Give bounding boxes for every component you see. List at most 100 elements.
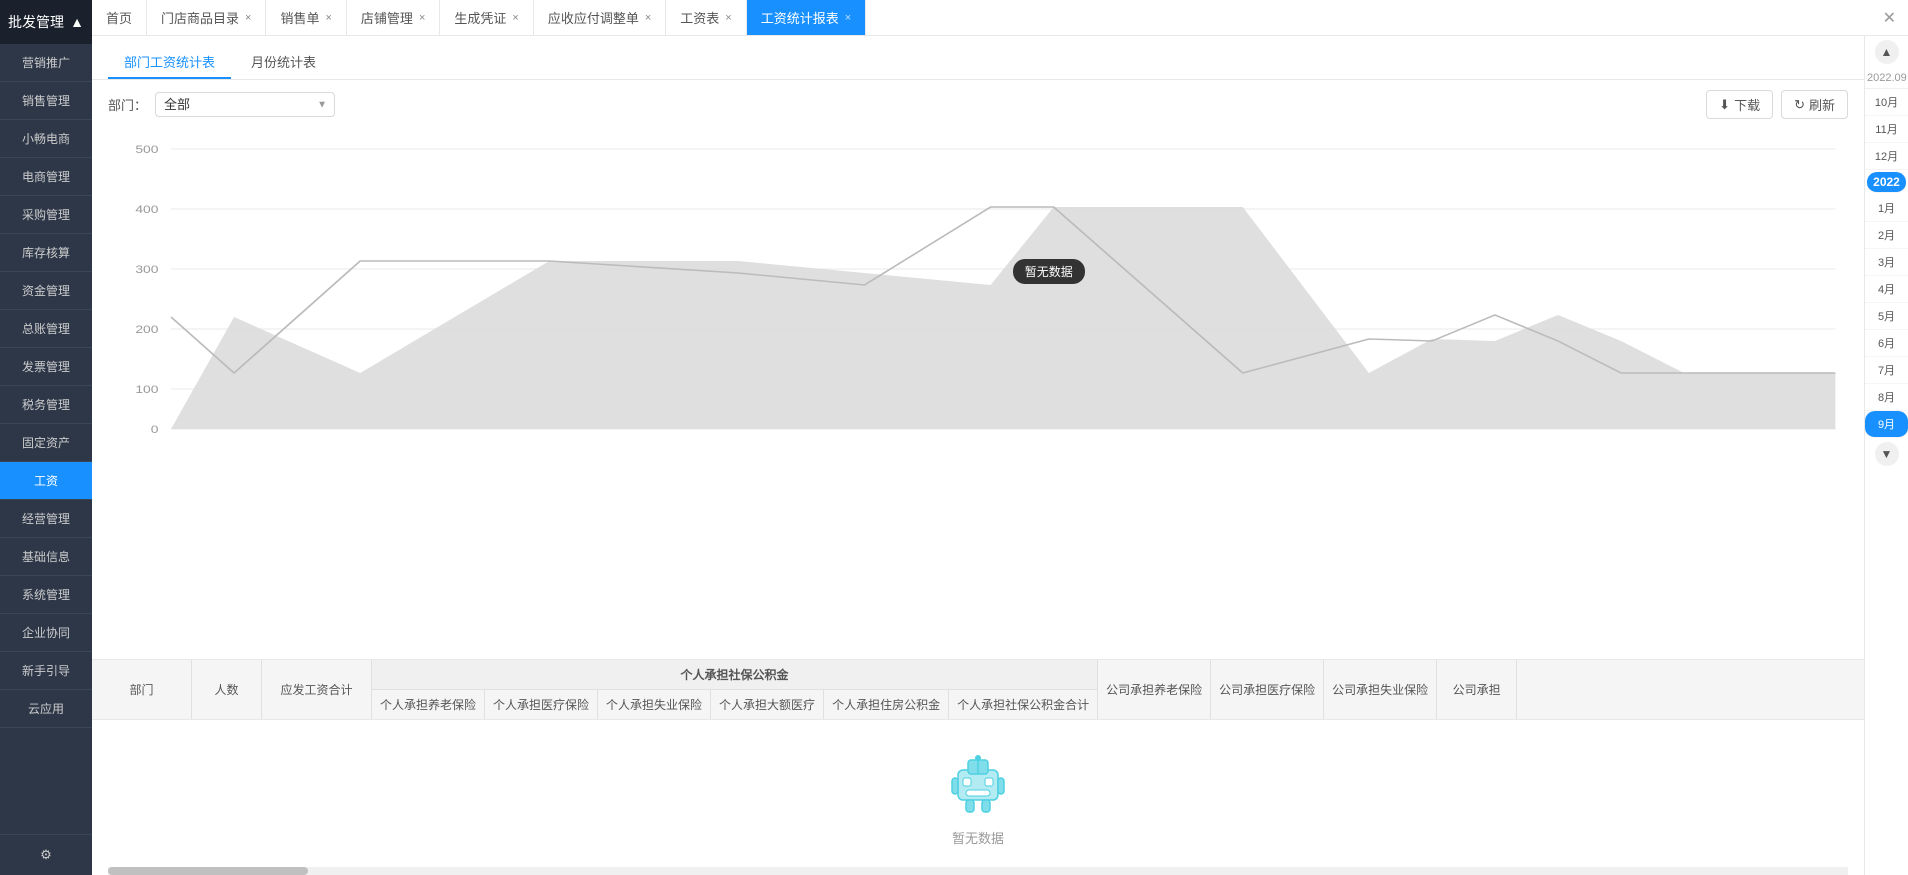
sidebar-item-新手引导[interactable]: 新手引导 xyxy=(0,652,92,690)
download-button[interactable]: ⬇ 下载 xyxy=(1706,90,1773,119)
sidebar-settings-button[interactable]: ⚙ xyxy=(0,834,92,875)
sidebar-items: 营销推广销售管理小畅电商电商管理采购管理库存核算资金管理总账管理发票管理税务管理… xyxy=(0,44,92,728)
sidebar-item-库存核算[interactable]: 库存核算 xyxy=(0,234,92,272)
content-area: 部门工资统计表月份统计表 部门： 全部 销售部 财务部 技术部 xyxy=(92,36,1908,875)
sidebar-item-小畅电商[interactable]: 小畅电商 xyxy=(0,120,92,158)
timeline-item-10月[interactable]: 10月 xyxy=(1865,89,1908,116)
sidebar-item-电商管理[interactable]: 电商管理 xyxy=(0,158,92,196)
chart-container: 500 400 300 200 100 0 xyxy=(108,139,1848,439)
timeline-down-button[interactable]: ▼ xyxy=(1875,442,1899,466)
empty-state: 暂无数据 xyxy=(92,720,1864,867)
th-company-unemployment: 公司承担失业保险 xyxy=(1324,660,1437,719)
th-personal-housing-fund: 个人承担住房公积金 xyxy=(824,690,949,719)
th-group-personal-cols: 个人承担养老保险 个人承担医疗保险 个人承担失业保险 个人承担大额医疗 个人承担… xyxy=(372,690,1097,719)
sidebar-item-企业协同[interactable]: 企业协同 xyxy=(0,614,92,652)
timeline-item-12月[interactable]: 12月 xyxy=(1865,143,1908,170)
sidebar-header[interactable]: 批发管理 ▲ xyxy=(0,0,92,44)
tab-店铺管理[interactable]: 店铺管理× xyxy=(347,0,440,36)
svg-text:300: 300 xyxy=(135,263,158,275)
sidebar-item-系统管理[interactable]: 系统管理 xyxy=(0,576,92,614)
tab-close-7[interactable]: × xyxy=(845,12,851,24)
timeline-item-2月[interactable]: 2月 xyxy=(1865,222,1908,249)
sidebar-item-云应用[interactable]: 云应用 xyxy=(0,690,92,728)
tab-工资表[interactable]: 工资表 × xyxy=(666,0,746,36)
timeline-item-4月[interactable]: 4月 xyxy=(1865,276,1908,303)
tab-销售单[interactable]: 销售单 × xyxy=(266,0,346,36)
tab-应收应付调整单[interactable]: 应收应付调整单 × xyxy=(534,0,666,36)
th-company-medical: 公司承担医疗保险 xyxy=(1211,660,1324,719)
th-personal-pension: 个人承担养老保险 xyxy=(372,690,485,719)
th-company-pension: 公司承担养老保险 xyxy=(1098,660,1211,719)
download-label: 下载 xyxy=(1734,95,1760,114)
sidebar-item-经营管理[interactable]: 经营管理 xyxy=(0,500,92,538)
tabs-bar: 首页门店商品目录×销售单×店铺管理×生成凭证×应收应付调整单×工资表×工资统计报… xyxy=(92,0,1908,36)
sub-tab-1[interactable]: 月份统计表 xyxy=(235,46,332,79)
sidebar-item-固定资产[interactable]: 固定资产 xyxy=(0,424,92,462)
tab-label-0: 首页 xyxy=(106,8,132,27)
refresh-label: 刷新 xyxy=(1809,95,1835,114)
table-header: 部门 人数 应发工资合计 个人承担社保公积金 个人承担养老保险 个人承担医疗保险… xyxy=(92,660,1864,720)
toolbar: 部门： 全部 销售部 财务部 技术部 ⬇ 下载 xyxy=(92,80,1864,129)
svg-text:200: 200 xyxy=(135,323,158,335)
timeline-item-1月[interactable]: 1月 xyxy=(1865,195,1908,222)
sidebar-title: 批发管理 xyxy=(8,12,64,32)
tab-close-1[interactable]: × xyxy=(245,12,251,24)
refresh-icon: ↻ xyxy=(1794,97,1805,113)
tab-生成凭证[interactable]: 生成凭证 × xyxy=(440,0,533,36)
scrollbar-thumb[interactable] xyxy=(108,867,308,875)
action-buttons: ⬇ 下载 ↻ 刷新 xyxy=(1706,90,1848,119)
tab-label-2: 销售单 xyxy=(280,8,319,27)
th-total-salary: 应发工资合计 xyxy=(262,660,372,719)
timeline-item-6月[interactable]: 6月 xyxy=(1865,330,1908,357)
sidebar: 批发管理 ▲ 营销推广销售管理小畅电商电商管理采购管理库存核算资金管理总账管理发… xyxy=(0,0,92,875)
sidebar-item-税务管理[interactable]: 税务管理 xyxy=(0,386,92,424)
timeline-panel: ▲ 2022.09 10月11月12月20221月2月3月4月5月6月7月8月9… xyxy=(1864,36,1908,875)
sub-tab-0[interactable]: 部门工资统计表 xyxy=(108,46,231,79)
sidebar-item-发票管理[interactable]: 发票管理 xyxy=(0,348,92,386)
horizontal-scrollbar[interactable] xyxy=(108,867,1848,875)
close-all-tabs-button[interactable]: ✕ xyxy=(1871,8,1908,28)
refresh-button[interactable]: ↻ 刷新 xyxy=(1781,90,1848,119)
timeline-item-3月[interactable]: 3月 xyxy=(1865,249,1908,276)
timeline-item-11月[interactable]: 11月 xyxy=(1865,116,1908,143)
svg-text:400: 400 xyxy=(135,203,158,215)
tab-首页[interactable]: 首页 xyxy=(92,0,147,36)
timeline-item-2022[interactable]: 2022 xyxy=(1867,172,1906,193)
sidebar-item-采购管理[interactable]: 采购管理 xyxy=(0,196,92,234)
svg-text:500: 500 xyxy=(135,143,158,155)
tab-close-3[interactable]: × xyxy=(419,12,425,24)
sidebar-item-工资[interactable]: 工资 xyxy=(0,462,92,500)
tab-工资统计报表[interactable]: 工资统计报表× xyxy=(747,0,866,36)
tab-label-6: 工资表 xyxy=(680,8,719,27)
sidebar-item-资金管理[interactable]: 资金管理 xyxy=(0,272,92,310)
sidebar-item-销售管理[interactable]: 销售管理 xyxy=(0,82,92,120)
timeline-item-9月[interactable]: 9月 xyxy=(1865,411,1908,438)
tab-label-1: 门店商品目录 xyxy=(161,8,239,27)
tab-门店商品目录[interactable]: 门店商品目录 × xyxy=(147,0,266,36)
sidebar-item-营销推广[interactable]: 营销推广 xyxy=(0,44,92,82)
chart-svg: 500 400 300 200 100 0 xyxy=(108,139,1848,439)
sidebar-item-总账管理[interactable]: 总账管理 xyxy=(0,310,92,348)
sidebar-item-基础信息[interactable]: 基础信息 xyxy=(0,538,92,576)
tab-close-2[interactable]: × xyxy=(325,12,331,24)
th-group-personal: 个人承担社保公积金 个人承担养老保险 个人承担医疗保险 个人承担失业保险 个人承… xyxy=(372,660,1098,719)
timeline-up-button[interactable]: ▲ xyxy=(1875,40,1899,64)
sub-tabs: 部门工资统计表月份统计表 xyxy=(92,36,1864,80)
main-panel: 部门工资统计表月份统计表 部门： 全部 销售部 财务部 技术部 xyxy=(92,36,1864,875)
timeline-item-8月[interactable]: 8月 xyxy=(1865,384,1908,411)
th-headcount: 人数 xyxy=(192,660,262,719)
tab-close-6[interactable]: × xyxy=(725,12,731,24)
tab-close-5[interactable]: × xyxy=(645,12,651,24)
timeline-year-label: 2022.09 xyxy=(1865,68,1908,89)
timeline-item-7月[interactable]: 7月 xyxy=(1865,357,1908,384)
tab-label-5: 应收应付调整单 xyxy=(548,8,639,27)
th-department: 部门 xyxy=(92,660,192,719)
tab-close-4[interactable]: × xyxy=(512,12,518,24)
th-personal-medical: 个人承担医疗保险 xyxy=(485,690,598,719)
timeline-item-5月[interactable]: 5月 xyxy=(1865,303,1908,330)
department-select[interactable]: 全部 销售部 财务部 技术部 xyxy=(155,92,335,117)
tab-label-4: 生成凭证 xyxy=(454,8,506,27)
filter-row: 部门： 全部 销售部 财务部 技术部 xyxy=(108,92,335,117)
chart-area-polygon xyxy=(171,207,1835,429)
svg-text:100: 100 xyxy=(135,383,158,395)
